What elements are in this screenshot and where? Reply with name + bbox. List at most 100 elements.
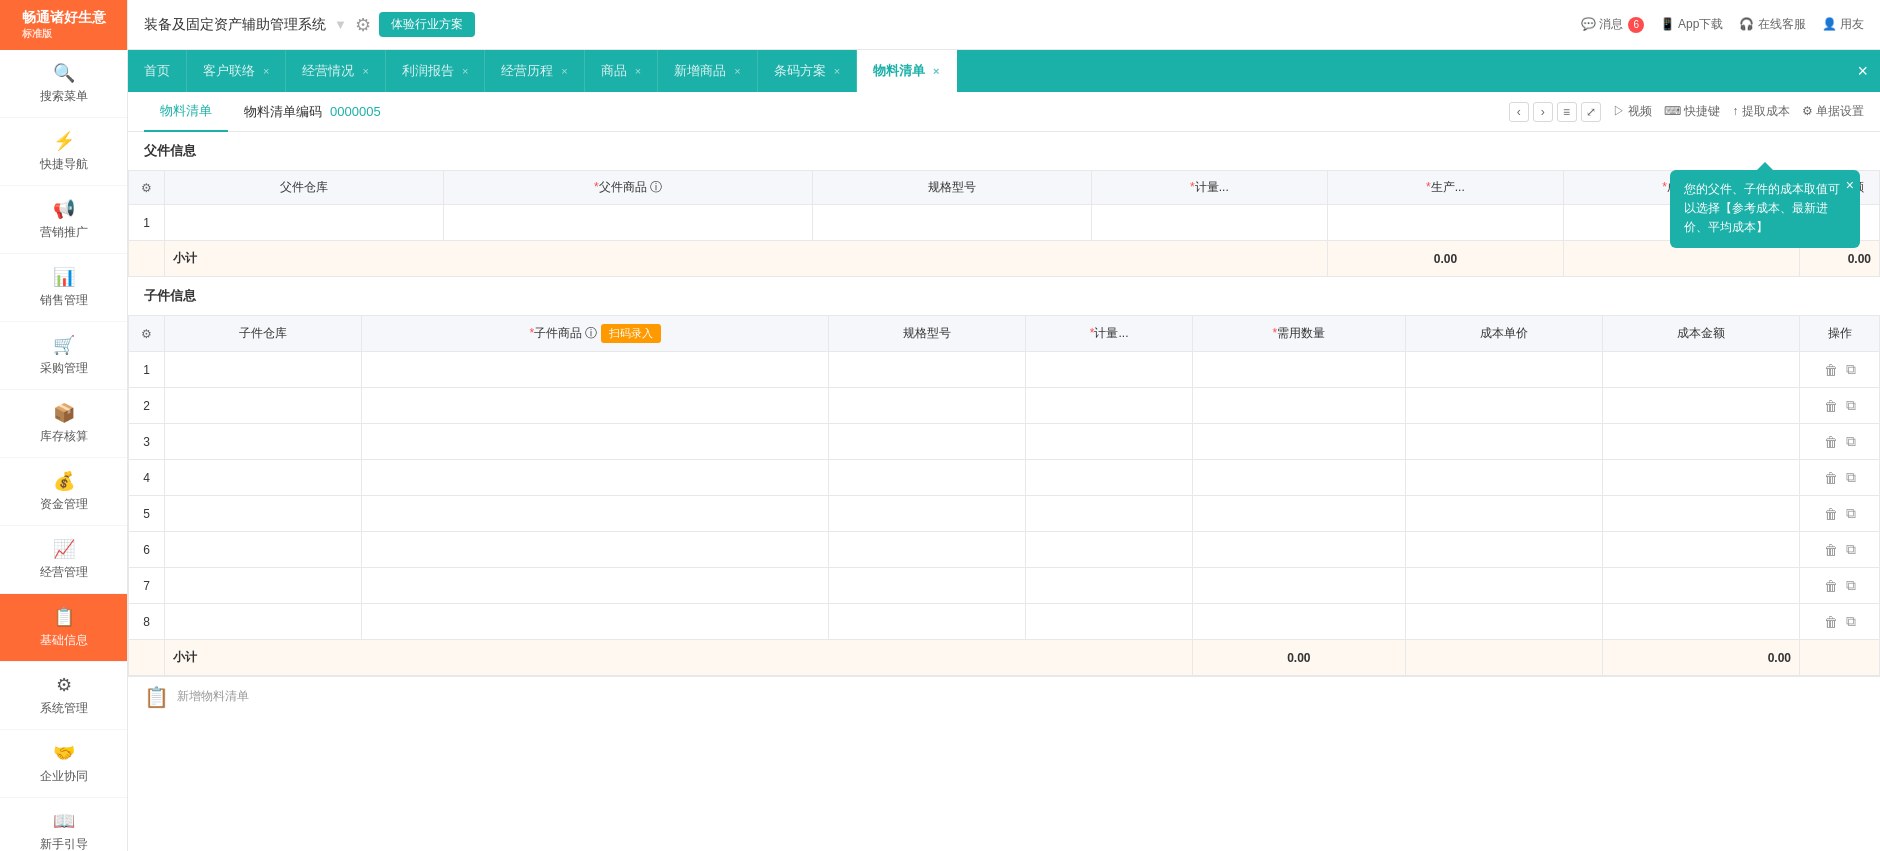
message-link[interactable]: 💬 消息 6 <box>1581 16 1645 33</box>
copy-icon[interactable]: ⧉ <box>1846 361 1856 378</box>
tab-operation-history[interactable]: 经营历程× <box>485 50 584 92</box>
close-icon[interactable]: × <box>834 65 840 77</box>
close-icon[interactable]: × <box>263 65 269 77</box>
delete-icon[interactable]: 🗑 <box>1824 542 1838 558</box>
parent-row-1-production[interactable] <box>1327 205 1563 241</box>
close-icon[interactable]: × <box>635 65 641 77</box>
parent-row-1-warehouse[interactable] <box>165 205 444 241</box>
online-service-link[interactable]: 🎧 在线客服 <box>1739 16 1805 33</box>
child-col-warehouse: 子件仓库 <box>165 316 362 352</box>
copy-icon[interactable]: ⧉ <box>1846 577 1856 594</box>
sidebar-item-label: 新手引导 <box>40 836 88 851</box>
trial-btn[interactable]: 体验行业方案 <box>379 12 475 37</box>
child-row-1-spec[interactable] <box>828 352 1025 388</box>
child-row-2-actions: 🗑⧉ <box>1800 388 1880 424</box>
parent-table-container: × 您的父件、子件的成本取值可以选择【参考成本、最新进价、平均成本】 ⚙ 父件仓… <box>128 170 1880 277</box>
tab-barcode[interactable]: 条码方案× <box>758 50 857 92</box>
child-row-1-qty[interactable] <box>1193 352 1405 388</box>
child-row-1-unit-cost[interactable] <box>1405 352 1602 388</box>
sidebar-item-label: 库存核算 <box>40 428 88 445</box>
child-table: ⚙ 子件仓库 *子件商品 ⓘ 扫码录入 规格型号 *计量... *需用数量 成本… <box>128 315 1880 676</box>
close-icon[interactable]: × <box>362 65 368 77</box>
settings-icon[interactable]: ⚙ <box>141 181 152 195</box>
tab-bom[interactable]: 物料清单× <box>857 50 956 92</box>
list-icon: 📋 <box>53 606 75 628</box>
main-area: 装备及固定资产辅助管理系统 ▼ ⚙ 体验行业方案 💬 消息 6 📱 App下载 … <box>128 0 1880 851</box>
tab-operation-status[interactable]: 经营情况× <box>286 50 385 92</box>
delete-icon[interactable]: 🗑 <box>1824 578 1838 594</box>
shortcut-action[interactable]: ⌨ 快捷键 <box>1664 103 1720 120</box>
sidebar-item-label: 企业协同 <box>40 768 88 785</box>
close-icon[interactable]: × <box>734 65 740 77</box>
sidebar-item-operation[interactable]: 📈 经营管理 <box>0 526 127 594</box>
sidebar-item-enterprise[interactable]: 🤝 企业协同 <box>0 730 127 798</box>
child-row-1-unit[interactable] <box>1026 352 1193 388</box>
form-settings-action[interactable]: ⚙ 单据设置 <box>1802 103 1864 120</box>
close-icon[interactable]: × <box>933 65 939 77</box>
parent-row-1-spec[interactable] <box>813 205 1092 241</box>
delete-icon[interactable]: 🗑 <box>1824 398 1838 414</box>
child-row-6-actions: 🗑⧉ <box>1800 532 1880 568</box>
child-row-4: 4 🗑⧉ <box>129 460 1880 496</box>
sub-nav-bom-list[interactable]: 物料清单 <box>144 92 228 132</box>
parent-col-settings: ⚙ <box>129 171 165 205</box>
copy-icon[interactable]: ⧉ <box>1846 505 1856 522</box>
nav-arrows: ‹ › ≡ ⤢ <box>1509 102 1601 122</box>
delete-icon[interactable]: 🗑 <box>1824 470 1838 486</box>
video-action[interactable]: ▷ 视频 <box>1613 103 1652 120</box>
copy-icon[interactable]: ⧉ <box>1846 541 1856 558</box>
sidebar-item-quick-nav[interactable]: ⚡ 快捷导航 <box>0 118 127 186</box>
copy-icon[interactable]: ⧉ <box>1846 613 1856 630</box>
child-row-1-product[interactable] <box>362 352 829 388</box>
sidebar-item-finance[interactable]: 💰 资金管理 <box>0 458 127 526</box>
copy-icon[interactable]: ⧉ <box>1846 397 1856 414</box>
extract-cost-action[interactable]: ↑ 提取成本 <box>1732 103 1789 120</box>
bottom-bar: 📋 新增物料清单 <box>128 676 1880 716</box>
child-row-1-warehouse[interactable] <box>165 352 362 388</box>
settings-icon[interactable]: ⚙ <box>355 14 371 36</box>
copy-icon[interactable]: ⧉ <box>1846 469 1856 486</box>
settings-icon[interactable]: ⚙ <box>141 327 152 341</box>
tab-customer[interactable]: 客户联络× <box>187 50 286 92</box>
add-bom-icon[interactable]: 📋 <box>144 685 169 709</box>
scan-btn[interactable]: 扫码录入 <box>601 324 661 343</box>
sidebar-item-system[interactable]: ⚙ 系统管理 <box>0 662 127 730</box>
close-icon[interactable]: × <box>561 65 567 77</box>
sidebar-item-search[interactable]: 🔍 搜索菜单 <box>0 50 127 118</box>
user-avatar[interactable]: 👤 用友 <box>1822 16 1864 33</box>
cart-icon: 🛒 <box>53 334 75 356</box>
parent-col-product: *父件商品 ⓘ <box>443 171 813 205</box>
delete-icon[interactable]: 🗑 <box>1824 506 1838 522</box>
delete-icon[interactable]: 🗑 <box>1824 614 1838 630</box>
sidebar-item-label: 经营管理 <box>40 564 88 581</box>
parent-col-unit: *计量... <box>1091 171 1327 205</box>
copy-icon[interactable]: ⧉ <box>1846 433 1856 450</box>
sidebar-item-basic-info[interactable]: 📋 基础信息 <box>0 594 127 662</box>
tab-home[interactable]: 首页 <box>128 50 187 92</box>
parent-col-warehouse: 父件仓库 <box>165 171 444 205</box>
nav-expand[interactable]: ⤢ <box>1581 102 1601 122</box>
nav-next[interactable]: › <box>1533 102 1553 122</box>
child-row-3: 3 🗑⧉ <box>129 424 1880 460</box>
parent-row-1-unit[interactable] <box>1091 205 1327 241</box>
sidebar-item-guide[interactable]: 📖 新手引导 <box>0 798 127 851</box>
delete-icon[interactable]: 🗑 <box>1824 362 1838 378</box>
close-all-tabs[interactable]: × <box>1845 61 1880 82</box>
sidebar-item-marketing[interactable]: 📢 营销推广 <box>0 186 127 254</box>
tab-profit[interactable]: 利润报告× <box>386 50 485 92</box>
content-area: 父件信息 × 您的父件、子件的成本取值可以选择【参考成本、最新进价、平均成本】 … <box>128 132 1880 851</box>
tab-product[interactable]: 商品× <box>585 50 658 92</box>
sidebar-item-inventory[interactable]: 📦 库存核算 <box>0 390 127 458</box>
money-icon: 💰 <box>53 470 75 492</box>
delete-icon[interactable]: 🗑 <box>1824 434 1838 450</box>
nav-prev[interactable]: ‹ <box>1509 102 1529 122</box>
tab-new-product[interactable]: 新增商品× <box>658 50 757 92</box>
sidebar-item-purchase[interactable]: 🛒 采购管理 <box>0 322 127 390</box>
nav-menu[interactable]: ≡ <box>1557 102 1577 122</box>
close-icon[interactable]: × <box>462 65 468 77</box>
app-download-link[interactable]: 📱 App下载 <box>1660 16 1723 33</box>
add-bom-label[interactable]: 新增物料清单 <box>177 688 249 705</box>
parent-row-1-product[interactable] <box>443 205 813 241</box>
tooltip-close[interactable]: × <box>1846 174 1854 196</box>
sidebar-item-sales[interactable]: 📊 销售管理 <box>0 254 127 322</box>
